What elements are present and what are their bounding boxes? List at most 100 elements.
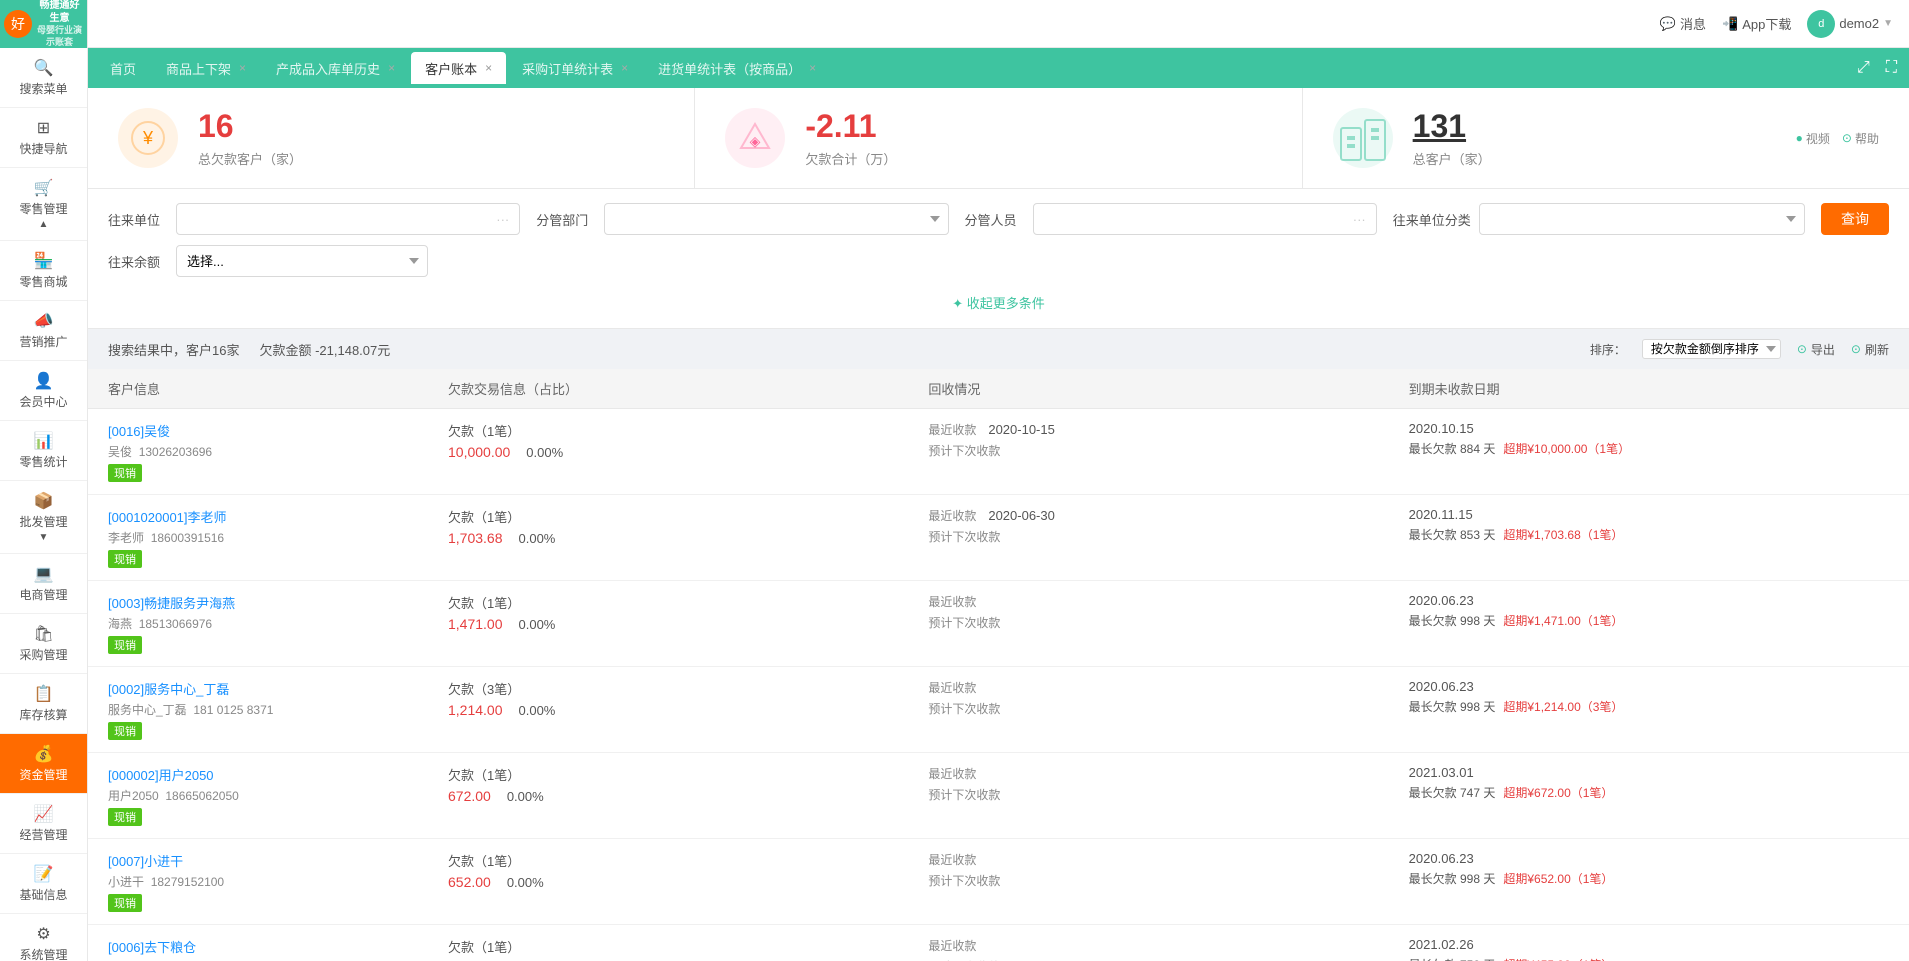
- sidebar-item-operations[interactable]: 📈 经营管理: [0, 794, 87, 854]
- stat-label-customers: 总欠款客户（家）: [198, 149, 302, 168]
- operations-icon: 📈: [34, 804, 54, 824]
- stat-icon-customers: ¥: [118, 108, 178, 168]
- filter-unit-category: 往来单位分类: [1393, 203, 1805, 235]
- tab-customer-ledger[interactable]: 客户账本 ×: [411, 52, 506, 84]
- app-name-line1: 畅捷通好生意: [36, 0, 83, 25]
- customer-detail: 用户2050 18665062050: [108, 787, 448, 804]
- stat-label-total: 总客户（家）: [1413, 149, 1491, 168]
- tab-purchase-summary[interactable]: 采购订单统计表 ×: [508, 52, 642, 84]
- purchase-icon: 🛍: [33, 624, 53, 644]
- collapse-btn[interactable]: ✦ 收起更多条件: [108, 287, 1889, 314]
- tab-inbound-history[interactable]: 产成品入库单历史 ×: [262, 52, 409, 84]
- sidebar-item-label: 库存核算: [19, 706, 67, 723]
- table-row: [0002]服务中心_丁磊 服务中心_丁磊 181 0125 8371 现销 欠…: [88, 667, 1909, 753]
- tab-fullscreen-icon[interactable]: ⛶: [1882, 59, 1901, 77]
- sidebar-item-retail-stats[interactable]: 📊 零售统计: [0, 421, 87, 481]
- stats-icon: 📊: [34, 431, 54, 451]
- sidebar-item-basic-info[interactable]: 📝 基础信息: [0, 854, 87, 914]
- query-button[interactable]: 查询: [1821, 203, 1889, 235]
- overdue-amount[interactable]: 超期¥10,000.00（1笔）: [1503, 440, 1630, 457]
- export-btn[interactable]: ⊙ 导出: [1797, 341, 1835, 358]
- user-chevron-icon: ▼: [1883, 18, 1893, 29]
- filter-row-2: 往来余额 选择...: [108, 245, 1889, 277]
- sidebar-item-label: 采购管理: [19, 646, 67, 663]
- customer-detail: 小进干 18279152100: [108, 873, 448, 890]
- sidebar-item-system[interactable]: ⚙ 系统管理: [0, 914, 87, 961]
- help-action[interactable]: ⊙ 帮助: [1842, 130, 1879, 147]
- category-select[interactable]: [1479, 203, 1805, 235]
- balance-select[interactable]: 选择...: [176, 245, 428, 277]
- sidebar-item-quicknav[interactable]: ⊞ 快捷导航: [0, 108, 87, 168]
- sidebar-item-label: 零售统计: [19, 453, 67, 470]
- customer-name-link[interactable]: [0003]畅捷服务尹海燕: [108, 593, 448, 612]
- sidebar-item-purchase[interactable]: 🛍 采购管理: [0, 614, 87, 674]
- tab-bar-controls: ⤢ ⛶: [1853, 59, 1901, 77]
- sidebar-item-label: 系统管理: [19, 946, 67, 961]
- table-header: 客户信息 欠款交易信息（占比） 回收情况 到期未收款日期: [88, 369, 1909, 409]
- tab-home[interactable]: 首页: [96, 52, 150, 84]
- table-row: [0006]去下粮仓 陈小希 现销 欠款（1笔） 455.90 0.00%: [88, 925, 1909, 961]
- message-label: 消息: [1680, 14, 1706, 33]
- sidebar-item-label: 会员中心: [19, 393, 67, 410]
- filter-label-source: 往来单位: [108, 210, 168, 229]
- close-icon[interactable]: ×: [809, 61, 816, 75]
- sidebar-item-label: 经营管理: [19, 826, 67, 843]
- top-bar: 💬 消息 📲 App下载 d demo2 ▼: [88, 0, 1909, 48]
- filter-label-category: 往来单位分类: [1393, 210, 1471, 229]
- customer-info-cell: [0002]服务中心_丁磊 服务中心_丁磊 181 0125 8371 现销: [108, 679, 448, 740]
- sidebar-item-ecommerce[interactable]: 💻 电商管理: [0, 554, 87, 614]
- tab-bar: 首页 商品上下架 × 产成品入库单历史 × 客户账本 × 采购订单统计表 × 进…: [88, 48, 1909, 88]
- sidebar-item-marketing[interactable]: 📣 营销推广: [0, 301, 87, 361]
- tab-product-listing[interactable]: 商品上下架 ×: [152, 52, 260, 84]
- app-name-line2: 母婴行业演示账套: [36, 25, 83, 48]
- close-icon[interactable]: ×: [388, 61, 395, 75]
- results-bar: 搜索结果中，客户16家 欠款金额 -21,148.07元 排序： 按欠款金额倒序…: [88, 329, 1909, 369]
- sidebar-item-member[interactable]: 👤 会员中心: [0, 361, 87, 421]
- collection-cell: 最近收款 预计下次收款: [928, 765, 1408, 803]
- sort-select[interactable]: 按欠款金额倒序排序: [1642, 339, 1781, 359]
- col-header-due-date: 到期未收款日期: [1409, 379, 1889, 398]
- last-collect-date: 2020-10-15: [988, 422, 1055, 437]
- app-download-btn[interactable]: 📲 App下载: [1722, 14, 1791, 33]
- customer-name-link[interactable]: [0001020001]李老师: [108, 507, 448, 526]
- customer-name-link[interactable]: [0006]去下粮仓: [108, 937, 448, 956]
- tab-inbound-summary[interactable]: 进货单统计表（按商品） ×: [644, 52, 830, 84]
- stats-row: ¥ 16 总欠款客户（家） ◈ -2.11 欠款合计（万）: [88, 88, 1909, 189]
- sidebar-item-search[interactable]: 🔍 搜索菜单: [0, 48, 87, 108]
- close-icon[interactable]: ×: [485, 61, 492, 75]
- refresh-label: 刷新: [1865, 341, 1889, 358]
- close-icon[interactable]: ×: [621, 61, 628, 75]
- filter-balance: 往来余额 选择...: [108, 245, 428, 277]
- customer-name-link[interactable]: [0002]服务中心_丁磊: [108, 679, 448, 698]
- view-icon: ●: [1796, 131, 1803, 145]
- close-icon[interactable]: ×: [239, 61, 246, 75]
- person-input[interactable]: ···: [1033, 203, 1377, 235]
- stat-info-customers: 16 总欠款客户（家）: [198, 108, 302, 168]
- sidebar-item-finance[interactable]: 💰 资金管理: [0, 734, 87, 794]
- view-action[interactable]: ● 视频: [1796, 130, 1830, 147]
- dept-select[interactable]: [604, 203, 948, 235]
- filter-source-unit: 往来单位 ···: [108, 203, 520, 235]
- customer-tag: 现销: [108, 464, 142, 482]
- source-unit-input[interactable]: ···: [176, 203, 520, 235]
- customer-name-link[interactable]: [000002]用户2050: [108, 765, 448, 784]
- download-icon: 📲: [1722, 16, 1738, 32]
- tab-expand-icon[interactable]: ⤢: [1853, 59, 1874, 77]
- max-days: 最长欠款 884 天: [1409, 440, 1496, 457]
- sidebar-item-retail-mgmt[interactable]: 🛒 零售管理 ▲: [0, 168, 87, 241]
- refresh-btn[interactable]: ⊙ 刷新: [1851, 341, 1889, 358]
- message-btn[interactable]: 💬 消息: [1660, 14, 1706, 33]
- due-date-cell: 2021.02.26 最长欠款 750 天 超期¥455.90（1笔）: [1409, 937, 1889, 961]
- customer-name-link[interactable]: [0007]小进干: [108, 851, 448, 870]
- customer-name-link[interactable]: [0016]吴俊: [108, 421, 448, 440]
- debt-info-cell: 欠款（1笔） 652.00 0.00%: [448, 851, 928, 890]
- debt-info-cell: 欠款（3笔） 1,214.00 0.00%: [448, 679, 928, 718]
- sidebar-item-retail-mall[interactable]: 🏪 零售商城: [0, 241, 87, 301]
- user-menu[interactable]: d demo2 ▼: [1807, 10, 1893, 38]
- customer-tag: 现销: [108, 894, 142, 912]
- page-content: ¥ 16 总欠款客户（家） ◈ -2.11 欠款合计（万）: [88, 88, 1909, 961]
- sidebar-item-inventory[interactable]: 📋 库存核算: [0, 674, 87, 734]
- debt-info-cell: 欠款（1笔） 672.00 0.00%: [448, 765, 928, 804]
- sidebar-item-wholesale[interactable]: 📦 批发管理 ▼: [0, 481, 87, 554]
- sidebar-item-label: 零售商城: [19, 273, 67, 290]
